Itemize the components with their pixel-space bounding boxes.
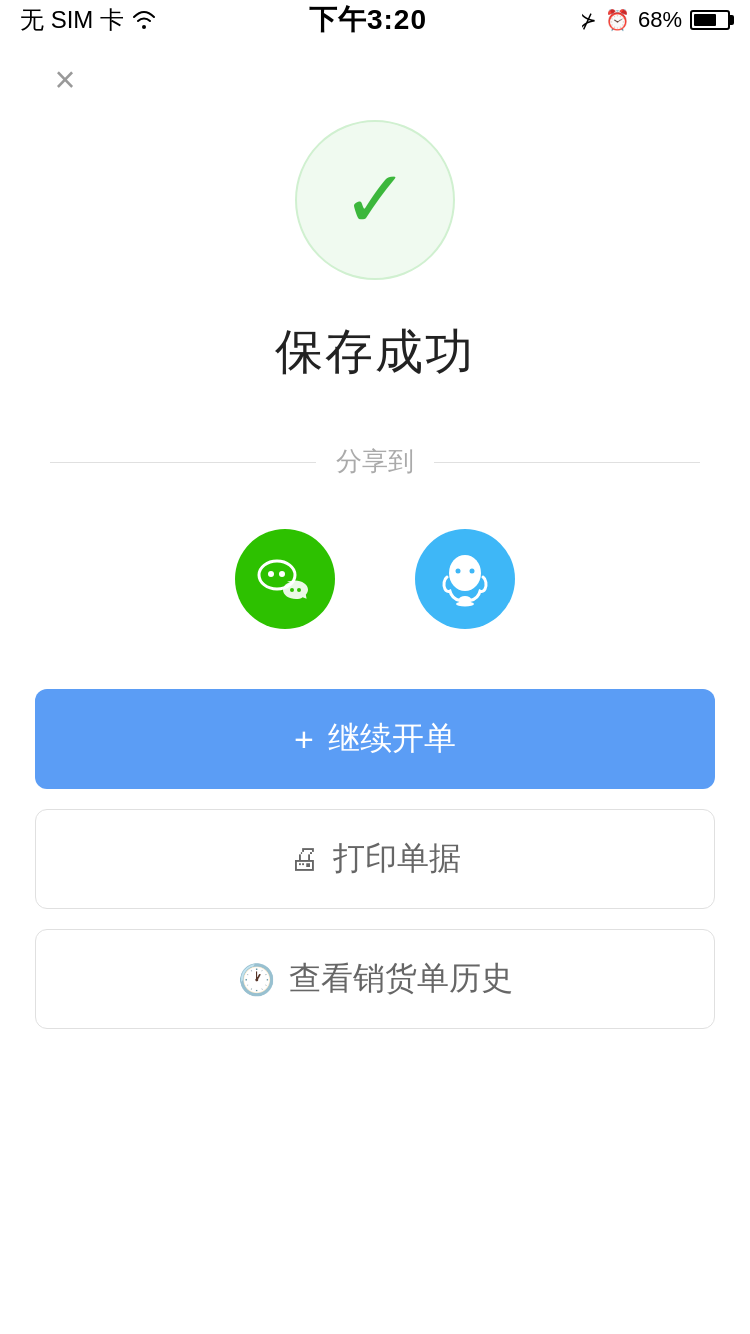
history-icon: 🕐 [238,962,275,997]
checkmark-icon: ✓ [342,160,409,240]
svg-point-2 [279,571,285,577]
alarm-icon: ⏰ [605,8,630,32]
close-icon: × [54,62,75,98]
battery-icon-container [690,10,730,30]
status-time: 下午3:20 [309,1,427,39]
wechat-icon [253,547,317,611]
share-icons [235,529,515,629]
battery-icon [690,10,730,30]
carrier-wifi: 无 SIM 卡 [20,4,156,36]
qq-icon [433,547,497,611]
svg-point-1 [268,571,274,577]
history-label: 查看销货单历史 [289,957,513,1001]
location-icon: ⊁ [580,8,597,32]
history-button[interactable]: 🕐 查看销货单历史 [35,929,715,1029]
status-right-icons: ⊁ ⏰ 68% [580,7,730,33]
share-divider: 分享到 [0,444,750,479]
continue-plus-icon: + [294,720,314,759]
wifi-icon [132,11,156,29]
success-title: 保存成功 [275,320,475,384]
svg-point-6 [456,569,461,574]
carrier-text: 无 SIM 卡 [20,4,124,36]
wechat-share-button[interactable] [235,529,335,629]
continue-order-label: 继续开单 [328,717,456,761]
share-section: 分享到 [0,444,750,629]
actions-section: + 继续开单 🖨 打印单据 🕐 查看销货单历史 [35,689,715,1029]
svg-point-5 [449,555,481,591]
continue-order-button[interactable]: + 继续开单 [35,689,715,789]
battery-fill [694,14,716,26]
svg-point-3 [290,588,294,592]
svg-point-7 [470,569,475,574]
status-bar: 无 SIM 卡 下午3:20 ⊁ ⏰ 68% [0,0,750,40]
battery-percent: 68% [638,7,682,33]
print-icon: 🖨 [289,842,319,876]
close-button[interactable]: × [40,55,90,105]
print-label: 打印单据 [333,837,461,881]
main-content: ✓ 保存成功 分享到 [0,40,750,1029]
print-button[interactable]: 🖨 打印单据 [35,809,715,909]
svg-point-10 [456,602,474,607]
qq-share-button[interactable] [415,529,515,629]
success-circle: ✓ [295,120,455,280]
svg-point-4 [297,588,301,592]
share-label: 分享到 [316,444,434,479]
